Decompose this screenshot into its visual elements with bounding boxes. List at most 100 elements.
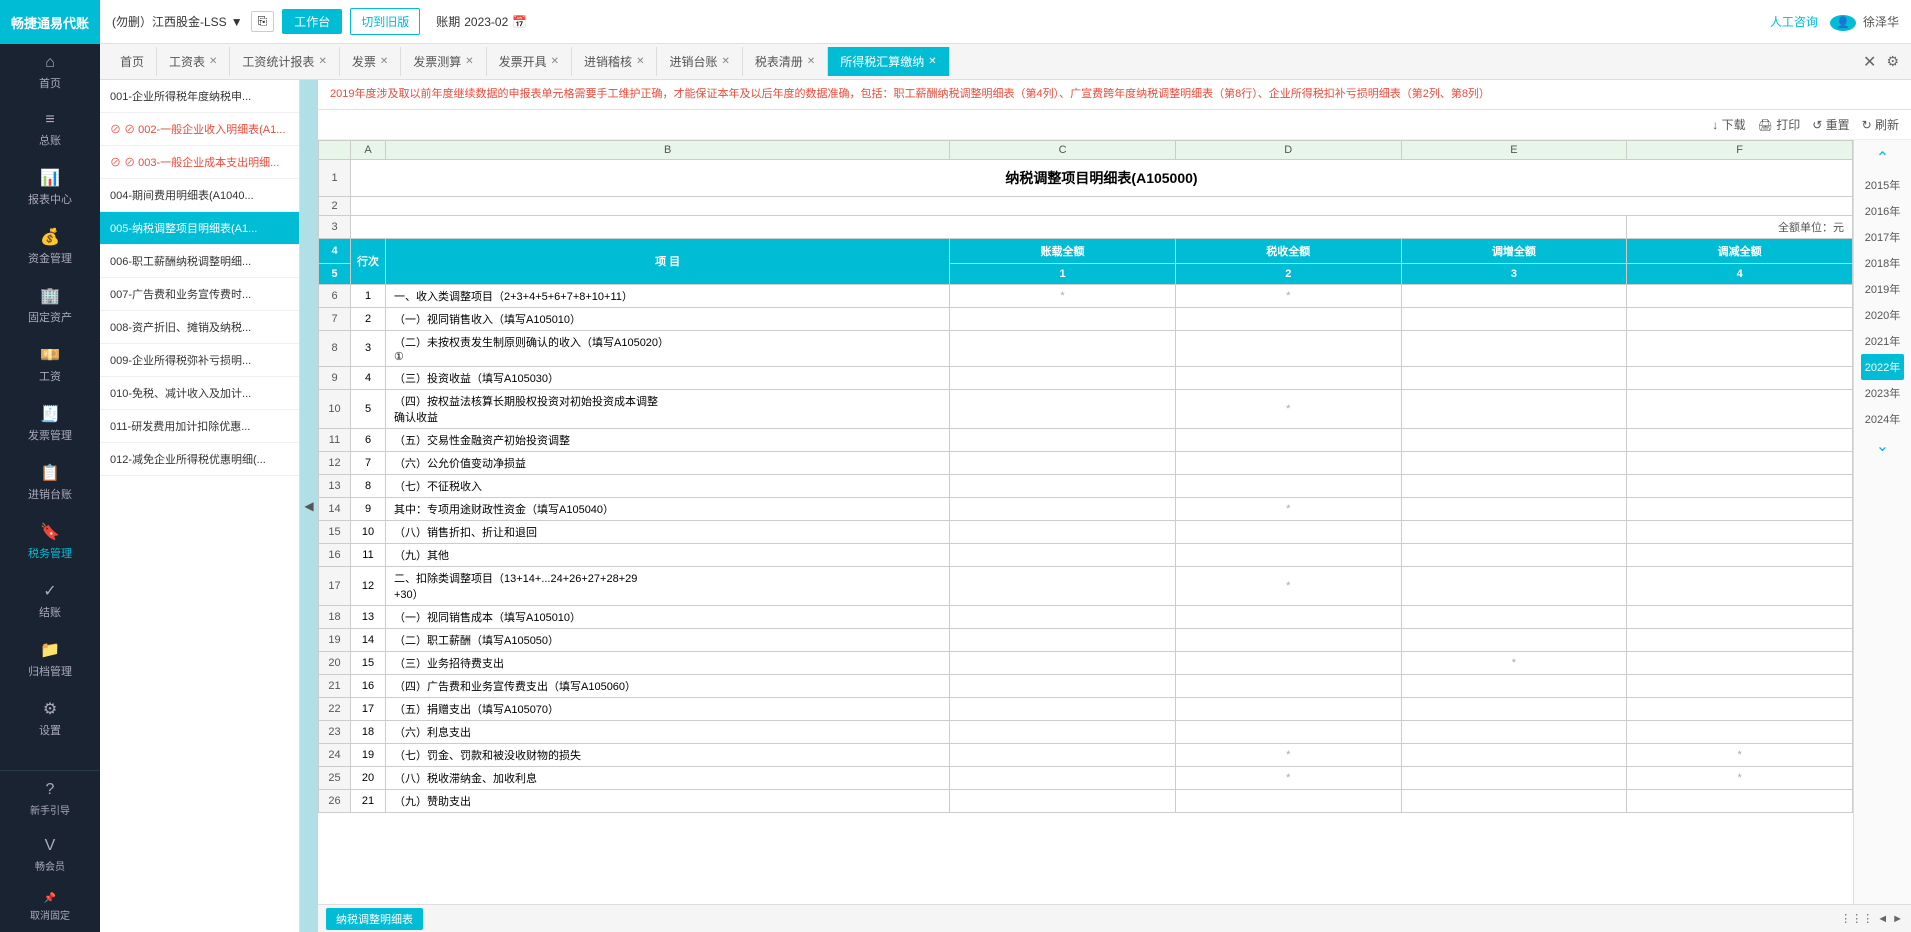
table-row[interactable]: 105（四）按权益法核算长期股权投资对初始投资成本调整 确认收益* (319, 389, 1853, 428)
year-up-btn[interactable]: ⌃ (1872, 144, 1893, 172)
table-row[interactable]: 116（五）交易性金融资产初始投资调整 (319, 428, 1853, 451)
table-row[interactable]: 2116（四）广告费和业务宣传费支出（填写A105060） (319, 674, 1853, 697)
sidebar-item-report[interactable]: 📊报表中心 (0, 158, 100, 217)
calendar-icon[interactable]: 📅 (512, 15, 527, 29)
year-down-btn[interactable]: ⌄ (1872, 432, 1893, 460)
tab-purchase-ledger[interactable]: 进销台账✕ (657, 47, 742, 76)
table-row[interactable]: 1纳税调整项目明细表(A105000) (319, 159, 1853, 196)
table-row[interactable]: 1813（一）视同销售成本（填写A105010） (319, 605, 1853, 628)
sidebar-item-salary[interactable]: 💴工资 (0, 335, 100, 394)
year-item-2019[interactable]: 2019年 (1861, 276, 1904, 302)
table-row[interactable]: 72（一）视同销售收入（填写A105010） (319, 307, 1853, 330)
tab-income-tax[interactable]: 所得税汇算缴纳✕ (828, 47, 949, 76)
left-panel-item-004[interactable]: 004-期间费用明细表(A1040... (100, 179, 299, 212)
workspace-button[interactable]: 工作台 (282, 9, 342, 34)
sidebar-item-assets[interactable]: 💰资金管理 (0, 217, 100, 276)
table-row[interactable]: 127（六）公允价值变动净损益 (319, 451, 1853, 474)
tab-invoice-open[interactable]: 发票开具✕ (487, 47, 572, 76)
left-panel-item-012[interactable]: 012-减免企业所得税优惠明细(... (100, 443, 299, 476)
left-panel-item-006[interactable]: 006-职工薪酬纳税调整明细... (100, 245, 299, 278)
year-item-2016[interactable]: 2016年 (1861, 198, 1904, 224)
tab-close-invoice[interactable]: ✕ (380, 56, 388, 67)
download-button[interactable]: ↓ 下载 (1712, 116, 1745, 133)
table-row[interactable]: 1611（九）其他 (319, 543, 1853, 566)
sidebar-item-archive[interactable]: 📁归档管理 (0, 630, 100, 689)
table-row[interactable]: 138（七）不征税收入 (319, 474, 1853, 497)
tab-home[interactable]: 首页 (108, 47, 157, 76)
left-panel-item-010[interactable]: 010-免税、减计收入及加计... (100, 377, 299, 410)
table-row[interactable]: 3全额单位：元 (319, 215, 1853, 238)
table-row[interactable]: 1712二、扣除类调整项目（13+14+...24+26+27+28+29 +3… (319, 566, 1853, 605)
sidebar-item-ledger[interactable]: ≡总账 (0, 101, 100, 158)
refresh-button[interactable]: ↻ 刷新 (1862, 116, 1899, 133)
left-panel-item-001[interactable]: 001-企业所得税年度纳税申... (100, 80, 299, 113)
table-row[interactable]: 2520（八）税收滞纳金、加收利息** (319, 766, 1853, 789)
table-row[interactable]: 149 其中：专项用途财政性资金（填写A105040）* (319, 497, 1853, 520)
table-row[interactable]: 1914（二）职工薪酬（填写A105050） (319, 628, 1853, 651)
tab-invoice-calc[interactable]: 发票测算✕ (401, 47, 486, 76)
sidebar-item-invoice[interactable]: 🧾发票管理 (0, 394, 100, 453)
service-link[interactable]: 人工咨询 (1770, 13, 1818, 30)
sidebar-item-guide[interactable]: ?新手引导 (0, 771, 100, 827)
tab-close-salary[interactable]: ✕ (209, 56, 217, 67)
left-panel-item-005[interactable]: 005-纳税调整项目明细表(A1... (100, 212, 299, 245)
tab-close-income-tax[interactable]: ✕ (928, 56, 936, 67)
tab-close-purchase-ledger[interactable]: ✕ (721, 56, 729, 67)
company-selector[interactable]: (勿删）江西股金-LSS ▼ (112, 13, 243, 30)
sidebar-item-tax[interactable]: 🔖税务管理 (0, 512, 100, 571)
tab-purchase-check[interactable]: 进销稽核✕ (572, 47, 657, 76)
bottom-tab-tax-adjust[interactable]: 纳税调整明细表 (326, 908, 423, 930)
sheet-content[interactable]: ABCDEF1纳税调整项目明细表(A105000)23全额单位：元4行次项 目账… (318, 140, 1853, 905)
sidebar-item-settings[interactable]: ⚙设置 (0, 689, 100, 748)
year-item-2018[interactable]: 2018年 (1861, 250, 1904, 276)
table-row[interactable]: 94（三）投资收益（填写A105030） (319, 366, 1853, 389)
tab-close-tax-clear[interactable]: ✕ (807, 56, 815, 67)
table-row[interactable]: 2 (319, 196, 1853, 215)
left-panel-item-008[interactable]: 008-资产折旧、摊销及纳税... (100, 311, 299, 344)
right-content: 2019年度涉及取以前年度继续数据的申报表单元格需要手工维护正确，才能保证本年及… (318, 80, 1911, 932)
table-row[interactable]: 2621（九）赞助支出 (319, 789, 1853, 812)
tab-close-salary-report[interactable]: ✕ (318, 56, 326, 67)
tab-salary-report[interactable]: 工资统计报表✕ (230, 47, 339, 76)
table-row[interactable]: 2015（三）业务招待费支出* (319, 651, 1853, 674)
sidebar-item-member[interactable]: V畅会员 (0, 827, 100, 883)
year-item-2023[interactable]: 2023年 (1861, 380, 1904, 406)
copy-button[interactable]: ⎘ (251, 11, 275, 32)
tab-close-invoice-open[interactable]: ✕ (551, 56, 559, 67)
tab-close-purchase-check[interactable]: ✕ (636, 56, 644, 67)
table-row[interactable]: 2318（六）利息支出 (319, 720, 1853, 743)
year-item-2024[interactable]: 2024年 (1861, 406, 1904, 432)
year-item-2021[interactable]: 2021年 (1861, 328, 1904, 354)
table-row[interactable]: 1510（八）销售折扣、折让和退回 (319, 520, 1853, 543)
sidebar-pin[interactable]: 📌 取消固定 (0, 883, 100, 932)
sidebar-item-fixed[interactable]: 🏢固定资产 (0, 276, 100, 335)
left-panel-item-002[interactable]: ⊘ 002-一般企业收入明细表(A1... (100, 113, 299, 146)
table-row: 4行次项 目账载全额税收全额调增全额调减全额 (319, 238, 1853, 263)
table-row[interactable]: 2217（五）捐赠支出（填写A105070） (319, 697, 1853, 720)
table-row[interactable]: 2419（七）罚金、罚款和被没收财物的损失** (319, 743, 1853, 766)
year-item-2017[interactable]: 2017年 (1861, 224, 1904, 250)
tabbar: 首页工资表✕工资统计报表✕发票✕发票测算✕发票开具✕进销稽核✕进销台账✕税表清册… (100, 44, 1911, 80)
tab-salary[interactable]: 工资表✕ (157, 47, 230, 76)
left-panel-item-009[interactable]: 009-企业所得税弥补亏损明... (100, 344, 299, 377)
year-item-2020[interactable]: 2020年 (1861, 302, 1904, 328)
switch-button[interactable]: 切到旧版 (350, 8, 420, 35)
year-item-2015[interactable]: 2015年 (1861, 172, 1904, 198)
table-row[interactable]: 83（二）未按权责发生制原则确认的收入（填写A105020） ① (319, 330, 1853, 366)
print-button[interactable]: 🖨 打印 (1758, 116, 1801, 133)
tab-tax-clear[interactable]: 税表清册✕ (743, 47, 828, 76)
year-item-2022[interactable]: 2022年 (1861, 354, 1904, 380)
reset-button[interactable]: ↺ 重置 (1812, 116, 1849, 133)
tab-invoice[interactable]: 发票✕ (340, 47, 401, 76)
table-row[interactable]: 61一、收入类调整项目（2+3+4+5+6+7+8+10+11）** (319, 284, 1853, 307)
tabbar-close-btn[interactable]: ✕ (1857, 52, 1882, 72)
collapse-button[interactable]: ◀ (300, 80, 318, 932)
sidebar-item-home[interactable]: ⌂首页 (0, 44, 100, 101)
left-panel-item-007[interactable]: 007-广告费和业务宣传费时... (100, 278, 299, 311)
left-panel-item-011[interactable]: 011-研发费用加计扣除优惠... (100, 410, 299, 443)
tabbar-settings-icon[interactable]: ⚙ (1882, 53, 1903, 70)
sidebar-item-purchase[interactable]: 📋进销台账 (0, 453, 100, 512)
tab-close-invoice-calc[interactable]: ✕ (465, 56, 473, 67)
left-panel-item-003[interactable]: ⊘ 003-一般企业成本支出明细... (100, 146, 299, 179)
sidebar-item-settlement[interactable]: ✓结账 (0, 571, 100, 630)
